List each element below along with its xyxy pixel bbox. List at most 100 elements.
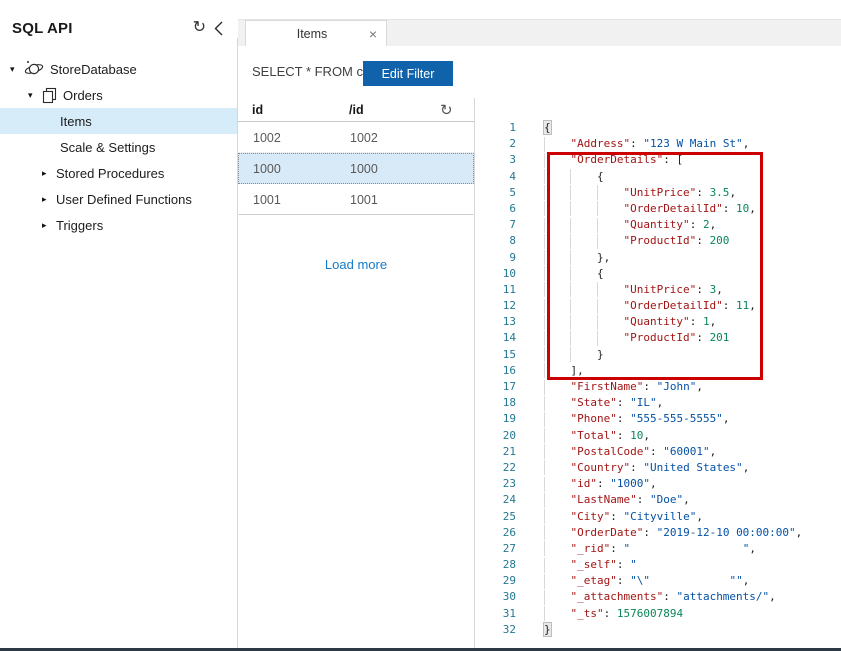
- close-icon[interactable]: ×: [360, 26, 386, 42]
- document-id-cell: 1000: [253, 161, 281, 176]
- code-line[interactable]: "ProductId": 200: [518, 233, 841, 249]
- tab-items[interactable]: Items ×: [245, 20, 387, 47]
- sidebar-item-storedatabase[interactable]: ▾ StoreDatabase: [0, 56, 237, 82]
- code-line[interactable]: {: [518, 266, 841, 282]
- token-p: :: [689, 218, 703, 232]
- document-row-1000[interactable]: 1000 1000: [238, 153, 474, 184]
- editor-pane[interactable]: 1 2 3 4 5 6 7 8 9 10 11 12 13 14 15 16 17 18 19 20 21 22 23 24 2…: [476, 46, 841, 648]
- code-line[interactable]: "State": "IL",: [518, 395, 841, 411]
- code-line[interactable]: "_ts": 1576007894: [518, 606, 841, 622]
- tree-item-label: User Defined Functions: [56, 191, 192, 207]
- sidebar-item-stored-procedures[interactable]: ▸ Stored Procedures: [0, 160, 237, 186]
- token-s: "United States": [643, 460, 743, 474]
- tab-bar: Items ×: [238, 19, 841, 47]
- code-line[interactable]: "LastName": "Doe",: [518, 492, 841, 508]
- line-number: 32: [502, 622, 516, 636]
- code-line[interactable]: "UnitPrice": 3,: [518, 282, 841, 298]
- code-line[interactable]: "OrderDate": "2019-12-10 00:00:00",: [518, 525, 841, 541]
- sidebar-item-orders[interactable]: ▾ Orders: [0, 82, 237, 108]
- indent-guide: [544, 395, 570, 411]
- token-k: "_ts": [570, 606, 604, 620]
- code-line[interactable]: {: [518, 120, 841, 136]
- document-row-1001[interactable]: 1001 1001: [238, 184, 474, 215]
- code-line[interactable]: "OrderDetails": [: [518, 152, 841, 168]
- token-p: :: [630, 460, 644, 474]
- line-number: 22: [502, 460, 516, 474]
- code-line[interactable]: "PostalCode": "60001",: [518, 444, 841, 460]
- code-line[interactable]: "_self": ": [518, 557, 841, 573]
- sidebar-collapse-icon[interactable]: [214, 21, 223, 36]
- token-p: ,: [795, 525, 803, 539]
- code-line[interactable]: }: [518, 621, 841, 638]
- code-line[interactable]: {: [518, 169, 841, 185]
- code-line[interactable]: "Quantity": 1,: [518, 314, 841, 330]
- sidebar-item-triggers[interactable]: ▸ Triggers: [0, 212, 237, 238]
- sidebar-item-items[interactable]: Items: [0, 108, 237, 134]
- indent-guide: [596, 217, 623, 233]
- token-k: "id": [570, 477, 597, 491]
- token-s: [650, 574, 729, 587]
- load-more-link[interactable]: Load more: [238, 257, 474, 272]
- token-p: ,: [709, 444, 717, 458]
- code-line[interactable]: "ProductId": 201: [518, 330, 841, 346]
- token-s: "Cityville": [623, 509, 697, 523]
- sidebar: SQL API ↻ ▾ StoreDatabase ▾ Orders Items Scal…: [0, 0, 237, 648]
- code-line[interactable]: "OrderDetailId": 11,: [518, 298, 841, 314]
- indent-guide: [596, 314, 623, 330]
- line-number: 13: [502, 315, 516, 329]
- document-row-1002[interactable]: 1002 1002: [238, 122, 474, 153]
- line-number: 20: [502, 428, 516, 442]
- token-k: "_self": [570, 558, 617, 572]
- code-line[interactable]: "OrderDetailId": 10,: [518, 201, 841, 217]
- token-k: "Country": [570, 460, 631, 474]
- line-number: 4: [509, 169, 516, 183]
- token-p: :: [689, 315, 703, 329]
- column-header-id[interactable]: id: [238, 103, 349, 117]
- column-header-partition[interactable]: /id: [349, 103, 440, 117]
- caret-collapsed-icon[interactable]: ▸: [42, 168, 56, 179]
- indent-guide: [544, 266, 570, 282]
- caret-collapsed-icon[interactable]: ▸: [42, 220, 56, 231]
- code-line[interactable]: "Phone": "555-555-5555",: [518, 411, 841, 427]
- caret-collapsed-icon[interactable]: ▸: [42, 194, 56, 205]
- token-s: "2019-12-10 00:00:00": [656, 525, 796, 539]
- indent-guide: [596, 330, 623, 346]
- token-p: :: [696, 234, 710, 248]
- token-p: :: [610, 509, 624, 523]
- token-p: : [: [663, 153, 684, 167]
- indent-guide: [544, 185, 570, 201]
- token-s: "": [729, 574, 743, 588]
- code-line[interactable]: "id": "1000",: [518, 476, 841, 492]
- sidebar-item-scale-settings[interactable]: Scale & Settings: [0, 134, 237, 160]
- token-k: "Address": [570, 137, 631, 151]
- sidebar-item-user-defined-functions[interactable]: ▸ User Defined Functions: [0, 186, 237, 212]
- caret-expanded-icon[interactable]: ▾: [28, 90, 42, 101]
- token-p: :: [616, 428, 631, 442]
- token-p: ,: [722, 412, 730, 426]
- document-id-cell: 1001: [253, 192, 281, 207]
- indent-guide: [544, 379, 570, 395]
- token-s: "Doe": [649, 493, 684, 507]
- code-line[interactable]: }: [518, 347, 841, 363]
- code-line[interactable]: "FirstName": "John",: [518, 379, 841, 395]
- sidebar-refresh-icon[interactable]: ↻: [193, 20, 206, 36]
- code-line[interactable]: "_etag": "\" "",: [518, 573, 841, 589]
- edit-filter-button[interactable]: Edit Filter: [363, 61, 453, 86]
- code-line[interactable]: "UnitPrice": 3.5,: [518, 185, 841, 201]
- token-p: :: [696, 282, 710, 296]
- token-m: 3.5: [709, 185, 730, 199]
- indent-guide: [544, 589, 570, 605]
- code-line[interactable]: "Quantity": 2,: [518, 217, 841, 233]
- code-line[interactable]: },: [518, 250, 841, 266]
- code-line[interactable]: "_rid": " ",: [518, 541, 841, 557]
- documents-refresh-icon[interactable]: ↻: [440, 101, 474, 119]
- token-p: ,: [656, 396, 664, 410]
- code-line[interactable]: "City": "Cityville",: [518, 509, 841, 525]
- token-p: :: [616, 558, 631, 572]
- caret-expanded-icon[interactable]: ▾: [10, 64, 24, 75]
- code-line[interactable]: ],: [518, 363, 841, 379]
- code-line[interactable]: "Total": 10,: [518, 428, 841, 444]
- code-line[interactable]: "Country": "United States",: [518, 460, 841, 476]
- code-line[interactable]: "Address": "123 W Main St",: [518, 136, 841, 152]
- code-line[interactable]: "_attachments": "attachments/",: [518, 589, 841, 605]
